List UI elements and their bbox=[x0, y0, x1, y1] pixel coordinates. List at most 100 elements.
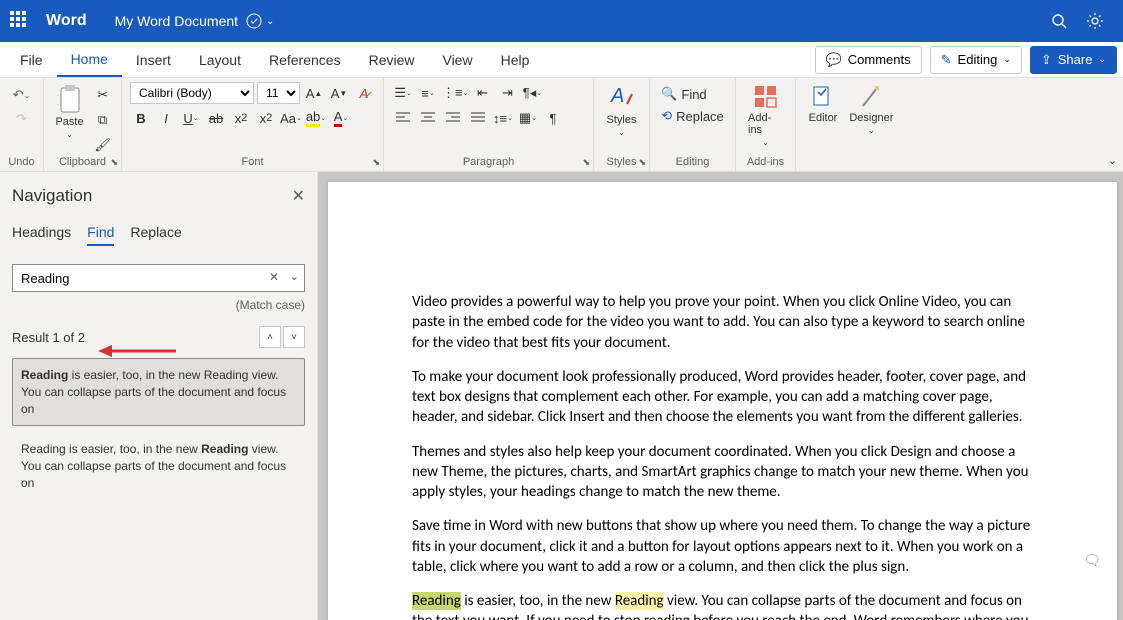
undo-button[interactable]: ↶⌄ bbox=[11, 84, 33, 106]
next-result-button[interactable]: ˅ bbox=[283, 326, 305, 348]
add-comment-icon[interactable]: 🗨 bbox=[1083, 552, 1101, 569]
editor-button[interactable]: Editor bbox=[805, 82, 842, 126]
menu-file[interactable]: File bbox=[6, 44, 57, 76]
decrease-indent-button[interactable]: ⇤ bbox=[471, 82, 493, 104]
cut-button[interactable]: ✂ bbox=[92, 84, 114, 106]
show-marks-button[interactable]: ¶ bbox=[542, 107, 564, 129]
menu-review[interactable]: Review bbox=[355, 44, 429, 76]
match-case-label: (Match case) bbox=[12, 298, 305, 312]
addins-label: Add-ins bbox=[748, 112, 783, 136]
borders-button[interactable]: ▦⌄ bbox=[517, 107, 539, 129]
increase-indent-button[interactable]: ⇥ bbox=[496, 82, 518, 104]
change-case-button[interactable]: Aa⌄ bbox=[280, 107, 302, 129]
title-bar: Word My Word Document ⌄ bbox=[0, 0, 1123, 42]
paragraph[interactable]: Save time in Word with new buttons that … bbox=[412, 516, 1033, 577]
menu-help[interactable]: Help bbox=[487, 44, 544, 76]
text-direction-button[interactable]: ¶◂⌄ bbox=[521, 82, 543, 104]
find-button[interactable]: 🔍 Find bbox=[661, 86, 706, 102]
share-label: Share bbox=[1058, 52, 1093, 67]
find-label: Find bbox=[681, 87, 706, 102]
paragraph[interactable]: Reading is easier, too, in the new Readi… bbox=[412, 591, 1033, 620]
align-center-button[interactable] bbox=[417, 107, 439, 129]
addins-button[interactable]: Add-ins ⌄ bbox=[744, 82, 787, 149]
close-icon[interactable]: ✕ bbox=[292, 186, 305, 206]
paste-label: Paste bbox=[55, 116, 83, 128]
replace-button[interactable]: ⟲ Replace bbox=[661, 108, 724, 124]
chevron-down-icon: ⌄ bbox=[1098, 54, 1106, 65]
paragraph-group-label: Paragraph bbox=[463, 156, 514, 169]
chevron-down-icon: ⌄ bbox=[868, 126, 875, 135]
styles-launcher[interactable]: ⬊ bbox=[638, 157, 646, 168]
chevron-down-icon: ⌄ bbox=[618, 128, 625, 137]
paste-button[interactable]: Paste ⌄ bbox=[51, 82, 87, 141]
context-text: Reading is easier, too, in the new bbox=[21, 442, 201, 456]
editing-button[interactable]: ✎ Editing ⌄ bbox=[930, 46, 1022, 74]
clear-formatting-button[interactable]: A̷ bbox=[353, 82, 375, 104]
chevron-down-icon[interactable]: ⌄ bbox=[266, 16, 274, 27]
copy-button[interactable]: ⧉ bbox=[92, 109, 114, 131]
search-input[interactable] bbox=[12, 264, 305, 292]
document-page[interactable]: Video provides a powerful way to help yo… bbox=[328, 182, 1117, 620]
paragraph-launcher[interactable]: ⬊ bbox=[582, 157, 590, 168]
doc-title[interactable]: My Word Document bbox=[115, 13, 238, 29]
designer-button[interactable]: Designer ⌄ bbox=[845, 82, 897, 137]
font-color-button[interactable]: A⌄ bbox=[330, 107, 352, 129]
menu-home[interactable]: Home bbox=[57, 43, 122, 77]
superscript-button[interactable]: x2 bbox=[255, 107, 277, 129]
collapse-ribbon-button[interactable]: ⌄ bbox=[1108, 154, 1117, 167]
tab-replace[interactable]: Replace bbox=[130, 224, 181, 246]
clipboard-launcher[interactable]: ⬊ bbox=[110, 157, 118, 168]
clipboard-group-label: Clipboard bbox=[59, 156, 106, 169]
menu-references[interactable]: References bbox=[255, 44, 355, 76]
match-text: Reading bbox=[201, 442, 248, 456]
nav-results: Reading is easier, too, in the new Readi… bbox=[12, 358, 305, 501]
styles-button[interactable]: A Styles ⌄ bbox=[603, 82, 641, 139]
comment-icon: 💬 bbox=[826, 52, 842, 68]
annotation-arrow bbox=[98, 343, 176, 359]
font-name-select[interactable]: Calibri (Body) bbox=[130, 82, 254, 104]
search-icon[interactable] bbox=[1041, 3, 1077, 39]
app-launcher-icon[interactable] bbox=[10, 11, 30, 31]
highlight-match: Reading bbox=[615, 592, 664, 610]
settings-icon[interactable] bbox=[1077, 3, 1113, 39]
paragraph[interactable]: To make your document look professionall… bbox=[412, 367, 1033, 428]
tab-headings[interactable]: Headings bbox=[12, 224, 71, 246]
strikethrough-button[interactable]: ab bbox=[205, 107, 227, 129]
prev-result-button[interactable]: ˄ bbox=[259, 326, 281, 348]
increase-font-button[interactable]: A▲ bbox=[303, 82, 325, 104]
line-spacing-button[interactable]: ↕≡⌄ bbox=[492, 107, 514, 129]
multilevel-button[interactable]: ⋮≡⌄ bbox=[442, 82, 468, 104]
bullets-button[interactable]: ☰⌄ bbox=[392, 82, 414, 104]
subscript-button[interactable]: x2 bbox=[230, 107, 252, 129]
list-item[interactable]: Reading is easier, too, in the new Readi… bbox=[12, 358, 305, 426]
font-size-select[interactable]: 11 bbox=[257, 82, 300, 104]
comments-button[interactable]: 💬 Comments bbox=[815, 46, 922, 74]
bold-button[interactable]: B bbox=[130, 107, 152, 129]
redo-button[interactable]: ↷ bbox=[11, 108, 33, 130]
highlight-button[interactable]: ab⌄ bbox=[305, 107, 327, 129]
share-button[interactable]: ⇪ Share ⌄ bbox=[1030, 46, 1117, 74]
menu-layout[interactable]: Layout bbox=[185, 44, 255, 76]
chevron-down-icon[interactable]: ⌄ bbox=[290, 270, 299, 283]
numbering-button[interactable]: ≡⌄ bbox=[417, 82, 439, 104]
list-item[interactable]: Reading is easier, too, in the new Readi… bbox=[12, 432, 305, 500]
italic-button[interactable]: I bbox=[155, 107, 177, 129]
decrease-font-button[interactable]: A▼ bbox=[328, 82, 350, 104]
align-left-button[interactable] bbox=[392, 107, 414, 129]
clear-icon[interactable]: ✕ bbox=[269, 270, 279, 284]
paragraph[interactable]: Themes and styles also help keep your do… bbox=[412, 442, 1033, 503]
ribbon-group-clipboard: Paste ⌄ ✂ ⧉ 🖌 Clipboard ⬊ bbox=[44, 78, 122, 171]
justify-button[interactable] bbox=[467, 107, 489, 129]
paragraph[interactable]: Video provides a powerful way to help yo… bbox=[412, 292, 1033, 353]
format-painter-button[interactable]: 🖌 bbox=[92, 134, 114, 156]
tab-find[interactable]: Find bbox=[87, 224, 114, 246]
font-launcher[interactable]: ⬊ bbox=[372, 157, 380, 168]
underline-button[interactable]: U⌄ bbox=[180, 107, 202, 129]
search-icon: 🔍 bbox=[661, 86, 677, 102]
ribbon-group-undo: ↶⌄ ↷ Undo bbox=[0, 78, 44, 171]
align-right-button[interactable] bbox=[442, 107, 464, 129]
menu-view[interactable]: View bbox=[428, 44, 486, 76]
menu-insert[interactable]: Insert bbox=[122, 44, 185, 76]
document-scroll[interactable]: Video provides a powerful way to help yo… bbox=[318, 172, 1123, 620]
svg-text:A: A bbox=[610, 85, 624, 107]
